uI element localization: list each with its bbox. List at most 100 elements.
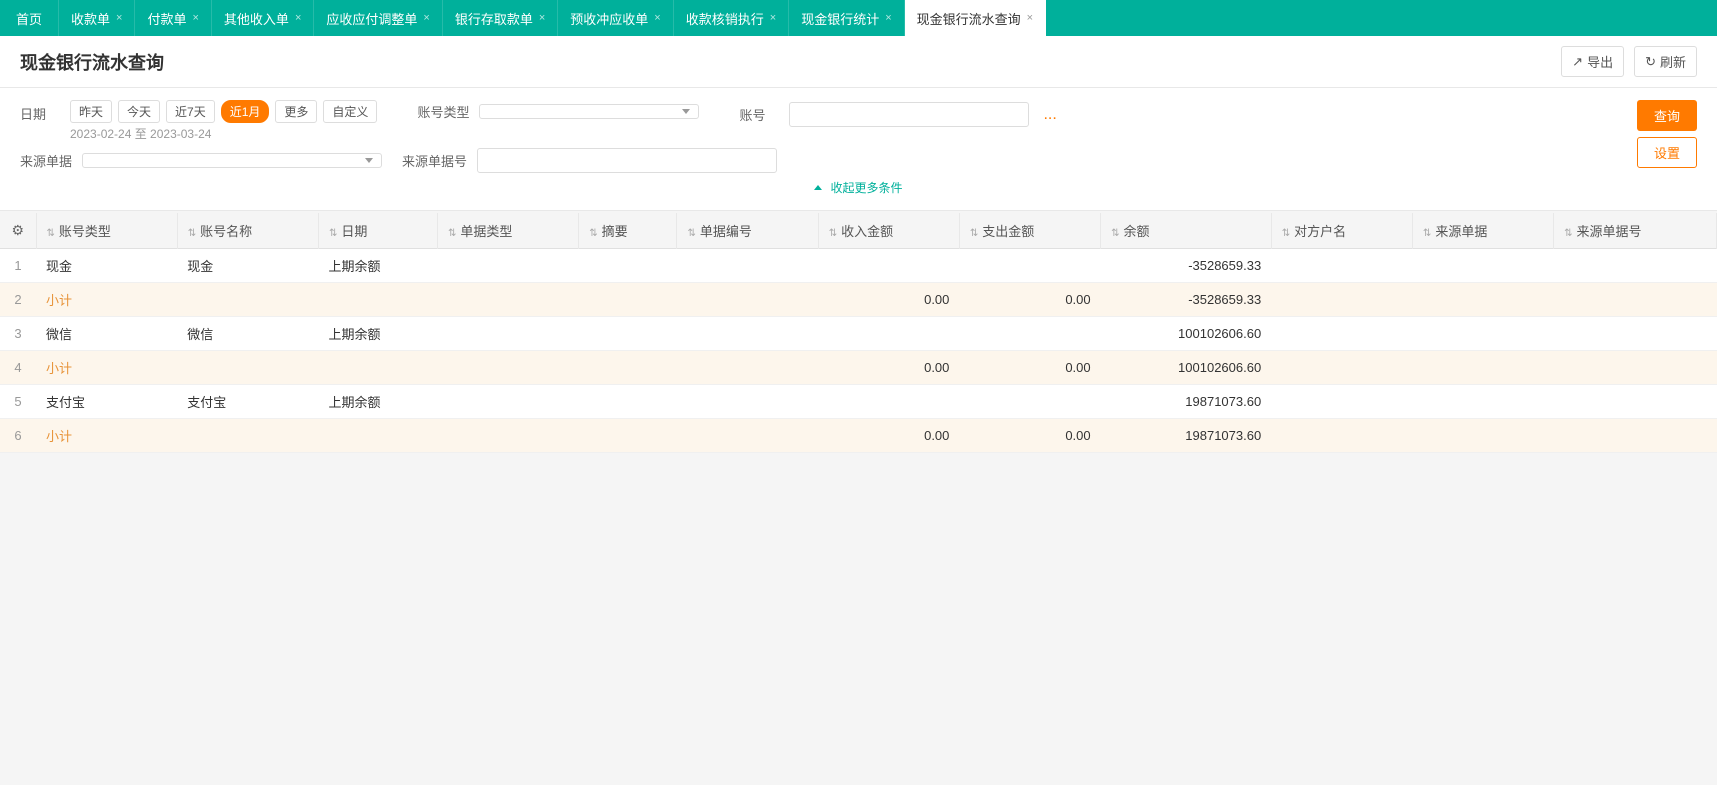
cell-doc-no <box>677 283 818 317</box>
cell-expense: 0.00 <box>959 283 1100 317</box>
nav-tab-应收应付调整单[interactable]: 应收应付调整单 × <box>314 0 442 36</box>
export-button[interactable]: ↗ 导出 <box>1561 46 1624 77</box>
cell-date <box>318 351 437 385</box>
nav-tab-收款核销执行[interactable]: 收款核销执行 × <box>674 0 789 36</box>
table-container: ⚙ ⇅账号类型 ⇅账号名称 ⇅日期 ⇅单据类型 ⇅摘要 ⇅单据编号 ⇅收入金额 … <box>0 213 1717 453</box>
cell-date <box>318 419 437 453</box>
source-doc-no-input[interactable] <box>477 148 777 173</box>
close-icon[interactable]: × <box>295 12 301 24</box>
cell-doc-type <box>438 419 579 453</box>
col-header-expense[interactable]: ⇅支出金额 <box>959 213 1100 249</box>
date-btn-今天[interactable]: 今天 <box>118 100 160 123</box>
date-btn-更多[interactable]: 更多 <box>275 100 317 123</box>
source-doc-select[interactable] <box>82 153 382 168</box>
cell-date: 上期余额 <box>318 249 437 283</box>
cell-summary <box>579 351 677 385</box>
close-icon[interactable]: × <box>885 12 891 24</box>
cell-income <box>818 385 959 419</box>
nav-home[interactable]: 首页 <box>0 0 59 36</box>
cell-counterparty <box>1271 351 1412 385</box>
cell-account-name <box>177 351 318 385</box>
cell-account-type: 小计 <box>36 351 177 385</box>
close-icon[interactable]: × <box>770 12 776 24</box>
close-icon[interactable]: × <box>423 12 429 24</box>
gear-icon[interactable]: ⚙ <box>11 222 24 238</box>
cell-account-type: 小计 <box>36 419 177 453</box>
col-header-doc-no[interactable]: ⇅单据编号 <box>677 213 818 249</box>
col-header-income[interactable]: ⇅收入金额 <box>818 213 959 249</box>
cell-source-doc <box>1412 351 1553 385</box>
close-icon[interactable]: × <box>539 12 545 24</box>
nav-tab-银行存取款单[interactable]: 银行存取款单× <box>443 0 558 36</box>
settings-button[interactable]: 设置 <box>1637 137 1697 168</box>
table-row: 1 现金 现金 上期余额 -3528659.33 <box>0 249 1717 283</box>
chevron-down-icon <box>682 109 690 114</box>
collapse-bar[interactable]: 收起更多条件 <box>20 173 1697 202</box>
nav-tab-预收冲应收单[interactable]: 预收冲应收单× <box>558 0 673 36</box>
col-header-balance[interactable]: ⇅余额 <box>1101 213 1272 249</box>
cell-doc-type <box>438 283 579 317</box>
cell-source-doc-no <box>1554 249 1717 283</box>
nav-tab-现金银行统计[interactable]: 现金银行统计× <box>789 0 904 36</box>
cell-income: 0.00 <box>818 419 959 453</box>
row-num: 2 <box>0 283 36 317</box>
cell-expense <box>959 317 1100 351</box>
data-table: ⚙ ⇅账号类型 ⇅账号名称 ⇅日期 ⇅单据类型 ⇅摘要 ⇅单据编号 ⇅收入金额 … <box>0 213 1717 453</box>
cell-account-type: 现金 <box>36 249 177 283</box>
cell-balance: 19871073.60 <box>1101 419 1272 453</box>
table-row: 3 微信 微信 上期余额 100102606.60 <box>0 317 1717 351</box>
col-header-account-name[interactable]: ⇅账号名称 <box>177 213 318 249</box>
filter-row-2: 来源单据 来源单据号 <box>20 148 1697 173</box>
account-input[interactable] <box>789 102 1029 127</box>
cell-income: 0.00 <box>818 351 959 385</box>
table-row: 4 小计 0.00 0.00 100102606.60 <box>0 351 1717 385</box>
query-button[interactable]: 查询 <box>1637 100 1697 131</box>
close-icon[interactable]: × <box>1027 12 1033 24</box>
cell-doc-no <box>677 317 818 351</box>
nav-tab-其他收入单[interactable]: 其他收入单× <box>212 0 314 36</box>
cell-doc-no <box>677 419 818 453</box>
close-icon[interactable]: × <box>116 12 122 24</box>
top-nav: 首页 收款单×付款单×其他收入单×应收应付调整单×银行存取款单×预收冲应收单×收… <box>0 0 1717 36</box>
cell-expense: 0.00 <box>959 419 1100 453</box>
col-header-summary[interactable]: ⇅摘要 <box>579 213 677 249</box>
account-dots-button[interactable]: ... <box>1039 106 1060 124</box>
nav-tab-收款单[interactable]: 收款单× <box>59 0 135 36</box>
row-num: 6 <box>0 419 36 453</box>
col-header-doc-type[interactable]: ⇅单据类型 <box>438 213 579 249</box>
date-btn-近1月[interactable]: 近1月 <box>221 100 270 123</box>
date-btn-昨天[interactable]: 昨天 <box>70 100 112 123</box>
col-header-account-type[interactable]: ⇅账号类型 <box>36 213 177 249</box>
cell-source-doc <box>1412 249 1553 283</box>
col-header-counterparty[interactable]: ⇅对方户名 <box>1271 213 1412 249</box>
date-btn-近7天[interactable]: 近7天 <box>166 100 215 123</box>
cell-account-type: 小计 <box>36 283 177 317</box>
cell-date: 上期余额 <box>318 317 437 351</box>
nav-tab-label: 应收应付调整单 <box>326 9 417 28</box>
account-type-select[interactable] <box>479 104 699 119</box>
cell-doc-no <box>677 385 818 419</box>
cell-summary <box>579 283 677 317</box>
cell-doc-type <box>438 351 579 385</box>
filter-row-1: 日期 昨天今天近7天近1月更多自定义 2023-02-24 至 2023-03-… <box>20 100 1697 142</box>
page-title: 现金银行流水查询 <box>20 49 164 75</box>
col-header-source-doc-no[interactable]: ⇅来源单据号 <box>1554 213 1717 249</box>
cell-source-doc <box>1412 385 1553 419</box>
cell-summary <box>579 419 677 453</box>
chevron-up-icon <box>814 185 822 190</box>
cell-counterparty <box>1271 283 1412 317</box>
cell-expense <box>959 249 1100 283</box>
table-row: 6 小计 0.00 0.00 19871073.60 <box>0 419 1717 453</box>
close-icon[interactable]: × <box>192 12 198 24</box>
cell-doc-type <box>438 249 579 283</box>
col-header-source-doc[interactable]: ⇅来源单据 <box>1412 213 1553 249</box>
refresh-button[interactable]: ↻ 刷新 <box>1634 46 1697 77</box>
nav-tab-付款单[interactable]: 付款单× <box>135 0 211 36</box>
cell-source-doc-no <box>1554 385 1717 419</box>
close-icon[interactable]: × <box>654 12 660 24</box>
date-btn-自定义[interactable]: 自定义 <box>323 100 377 123</box>
nav-tab-label: 收款核销执行 <box>686 9 764 28</box>
col-header-date[interactable]: ⇅日期 <box>318 213 437 249</box>
settings-col-header[interactable]: ⚙ <box>0 213 36 249</box>
nav-tab-现金银行流水查询[interactable]: 现金银行流水查询× <box>905 0 1046 36</box>
